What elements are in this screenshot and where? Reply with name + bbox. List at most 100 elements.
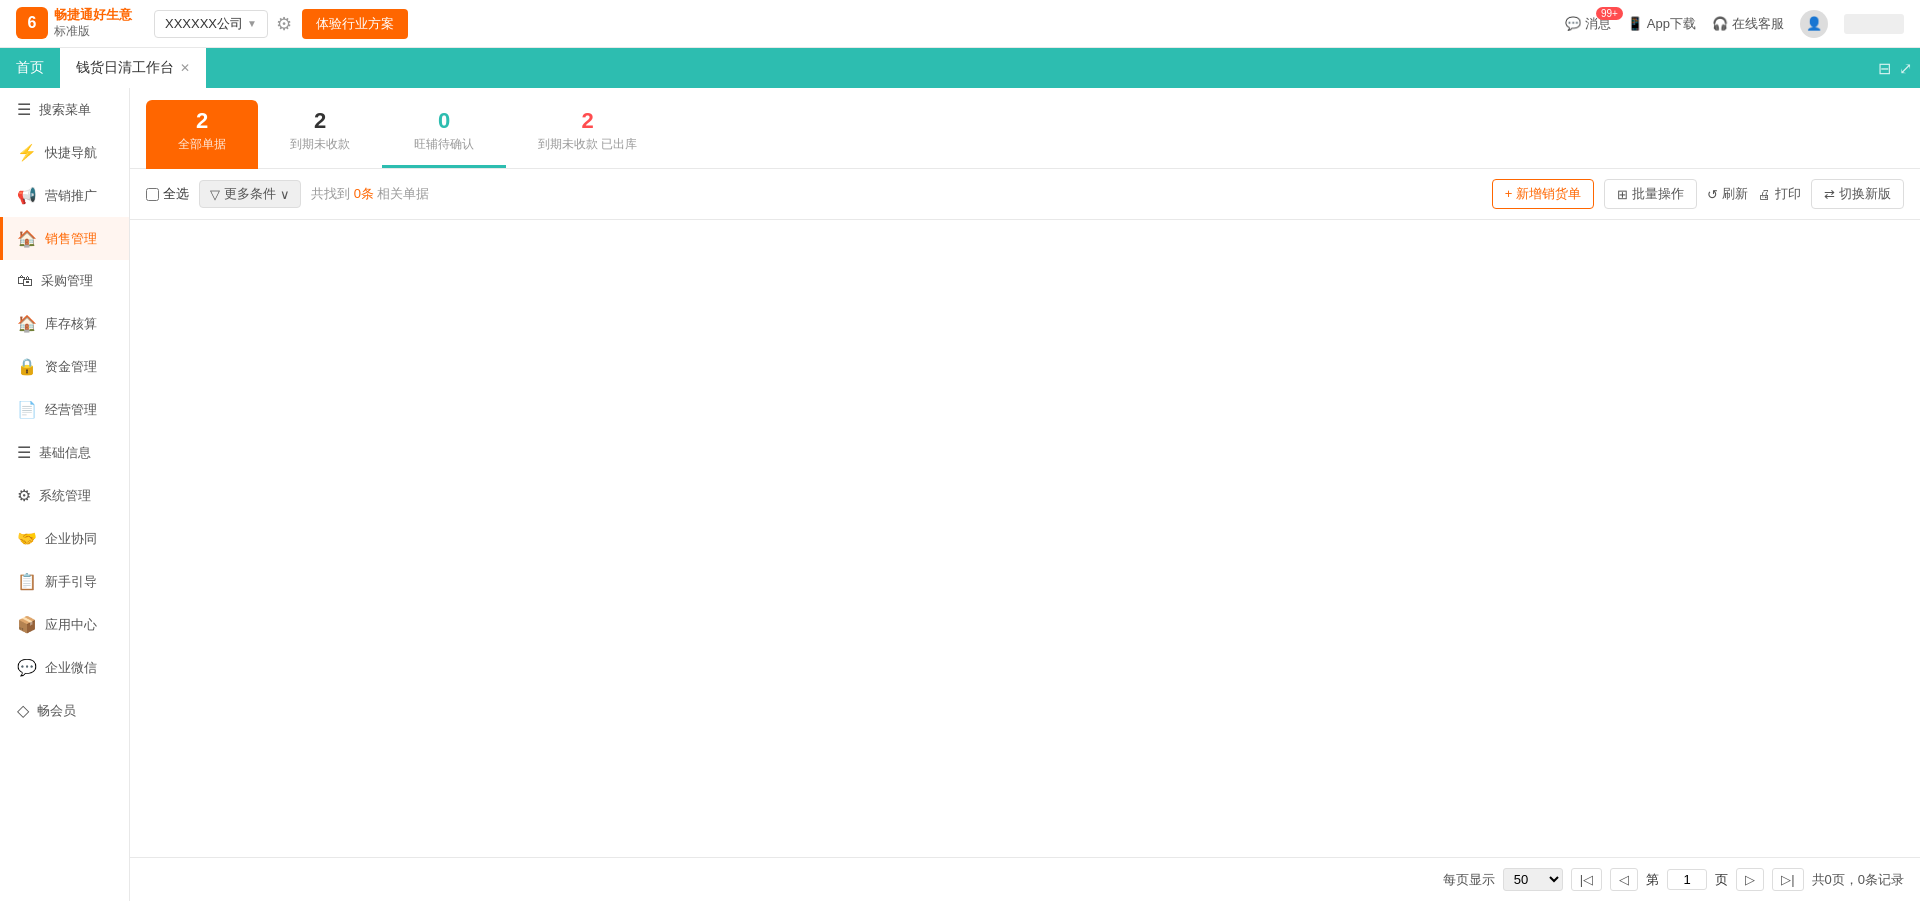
stats-shipped-label: 到期未收款 已出库 [538,136,637,153]
minimize-icon[interactable]: ⊟ [1878,59,1891,78]
stats-tab-pending[interactable]: 0 旺辅待确认 [382,100,506,168]
sidebar-item-search[interactable]: ☰ 搜索菜单 [0,88,129,131]
basic-icon: ☰ [17,443,31,462]
username-placeholder [1844,14,1904,34]
tabbar: 首页 钱货日清工作台 ✕ ⊟ ⤢ [0,48,1920,88]
sidebar: ☰ 搜索菜单 ⚡ 快捷导航 📢 营销推广 🏠 销售管理 🛍 采购管理 🏠 库存核… [0,88,130,901]
message-btn[interactable]: 💬 消息 99 [1565,15,1611,33]
service-icon: 🎧 [1712,16,1728,31]
checkbox-input[interactable] [146,188,159,201]
sidebar-item-finance-label: 资金管理 [45,358,97,376]
table-area [130,220,1920,857]
appstore-icon: 📦 [17,615,37,634]
sidebar-item-operations-label: 经营管理 [45,401,97,419]
filter-btn[interactable]: ▽ 更多条件 ∨ [199,180,301,208]
sidebar-item-finance[interactable]: 🔒 资金管理 [0,345,129,388]
sidebar-item-basic-label: 基础信息 [39,444,91,462]
online-service-label: 在线客服 [1732,15,1784,33]
guide-icon: 📋 [17,572,37,591]
sidebar-item-sales[interactable]: 🏠 销售管理 [0,217,129,260]
stats-all-count: 2 [196,108,208,134]
sidebar-item-quick[interactable]: ⚡ 快捷导航 [0,131,129,174]
found-text: 共找到 0条 相关单据 [311,185,429,203]
toolbar-right: + 新增销货单 ⊞ 批量操作 ↺ 刷新 🖨 打印 ⇄ 切换新版 [1492,179,1904,209]
page-input[interactable] [1667,869,1707,890]
message-icon: 💬 [1565,16,1581,31]
logo-icon: 6 [16,7,48,39]
stats-tab-shipped[interactable]: 2 到期未收款 已出库 [506,100,669,168]
page-suffix: 页 [1715,871,1728,889]
batch-label: 批量操作 [1632,185,1684,203]
settings-icon[interactable]: ⚙ [276,13,292,35]
sidebar-item-basic[interactable]: ☰ 基础信息 [0,431,129,474]
sidebar-item-appstore-label: 应用中心 [45,616,97,634]
stats-pending-count: 0 [438,108,450,134]
page-first-btn[interactable]: |◁ [1571,868,1602,891]
page-label: 第 [1646,871,1659,889]
stats-shipped-count: 2 [582,108,594,134]
sidebar-item-guide[interactable]: 📋 新手引导 [0,560,129,603]
stats-tab-all[interactable]: 2 全部单据 [146,100,258,169]
sidebar-item-inventory[interactable]: 🏠 库存核算 [0,302,129,345]
chevron-down-icon: ∨ [280,187,290,202]
sidebar-item-member-label: 畅会员 [37,702,76,720]
sales-icon: 🏠 [17,229,37,248]
chevron-down-icon: ▼ [247,18,257,29]
sidebar-item-sales-label: 销售管理 [45,230,97,248]
stats-overdue-label: 到期未收款 [290,136,350,153]
sidebar-item-operations[interactable]: 📄 经营管理 [0,388,129,431]
add-sales-btn[interactable]: + 新增销货单 [1492,179,1594,209]
member-icon: ◇ [17,701,29,720]
select-all-label: 全选 [163,185,189,203]
expand-icon[interactable]: ⤢ [1899,59,1912,78]
search-menu-icon: ☰ [17,100,31,119]
stats-tabs: 2 全部单据 2 到期未收款 0 旺辅待确认 2 到期未收款 已出库 [130,88,1920,169]
sidebar-item-member[interactable]: ◇ 畅会员 [0,689,129,732]
batch-icon: ⊞ [1617,187,1628,202]
tab-work[interactable]: 钱货日清工作台 ✕ [60,48,206,88]
app-download-label: App下载 [1647,15,1696,33]
app-download-btn[interactable]: 📱 App下载 [1627,15,1696,33]
toolbar: 全选 ▽ 更多条件 ∨ 共找到 0条 相关单据 + 新增销货单 ⊞ 批量操作 [130,169,1920,220]
page-next-btn[interactable]: ▷ [1736,868,1764,891]
operations-icon: 📄 [17,400,37,419]
sidebar-item-system[interactable]: ⚙ 系统管理 [0,474,129,517]
experience-btn[interactable]: 体验行业方案 [302,9,408,39]
print-btn[interactable]: 🖨 打印 [1758,185,1801,203]
print-label: 打印 [1775,185,1801,203]
content: 2 全部单据 2 到期未收款 0 旺辅待确认 2 到期未收款 已出库 全选 [130,88,1920,901]
company-selector[interactable]: XXXXXX公司 ▼ [154,10,268,38]
print-icon: 🖨 [1758,187,1771,202]
sidebar-item-enterprise-label: 企业协同 [45,530,97,548]
switch-new-version-btn[interactable]: ⇄ 切换新版 [1811,179,1904,209]
page-prev-btn[interactable]: ◁ [1610,868,1638,891]
total-info: 共0页，0条记录 [1812,871,1904,889]
system-icon: ⚙ [17,486,31,505]
online-service-btn[interactable]: 🎧 在线客服 [1712,15,1784,33]
sidebar-item-wechat-label: 企业微信 [45,659,97,677]
sidebar-item-purchase[interactable]: 🛍 采购管理 [0,260,129,302]
sidebar-item-system-label: 系统管理 [39,487,91,505]
refresh-btn[interactable]: ↺ 刷新 [1707,185,1748,203]
sidebar-item-wechat[interactable]: 💬 企业微信 [0,646,129,689]
sidebar-item-search-label: 搜索菜单 [39,101,91,119]
app-download-icon: 📱 [1627,16,1643,31]
wechat-icon: 💬 [17,658,37,677]
sidebar-item-marketing[interactable]: 📢 营销推广 [0,174,129,217]
tab-home-label: 首页 [16,59,44,77]
per-page-select[interactable]: 50 100 200 [1503,868,1563,891]
tabbar-right: ⊟ ⤢ [1878,59,1920,78]
avatar[interactable]: 👤 [1800,10,1828,38]
sidebar-item-enterprise[interactable]: 🤝 企业协同 [0,517,129,560]
batch-operation-btn[interactable]: ⊞ 批量操作 [1604,179,1697,209]
sidebar-item-appstore[interactable]: 📦 应用中心 [0,603,129,646]
page-last-btn[interactable]: ▷| [1772,868,1803,891]
select-all-checkbox[interactable]: 全选 [146,185,189,203]
sidebar-item-quick-label: 快捷导航 [45,144,97,162]
close-icon[interactable]: ✕ [180,61,190,75]
tab-home[interactable]: 首页 [0,48,60,88]
message-badge: 99 [1596,7,1623,20]
stats-tab-overdue[interactable]: 2 到期未收款 [258,100,382,168]
purchase-icon: 🛍 [17,272,33,290]
marketing-icon: 📢 [17,186,37,205]
